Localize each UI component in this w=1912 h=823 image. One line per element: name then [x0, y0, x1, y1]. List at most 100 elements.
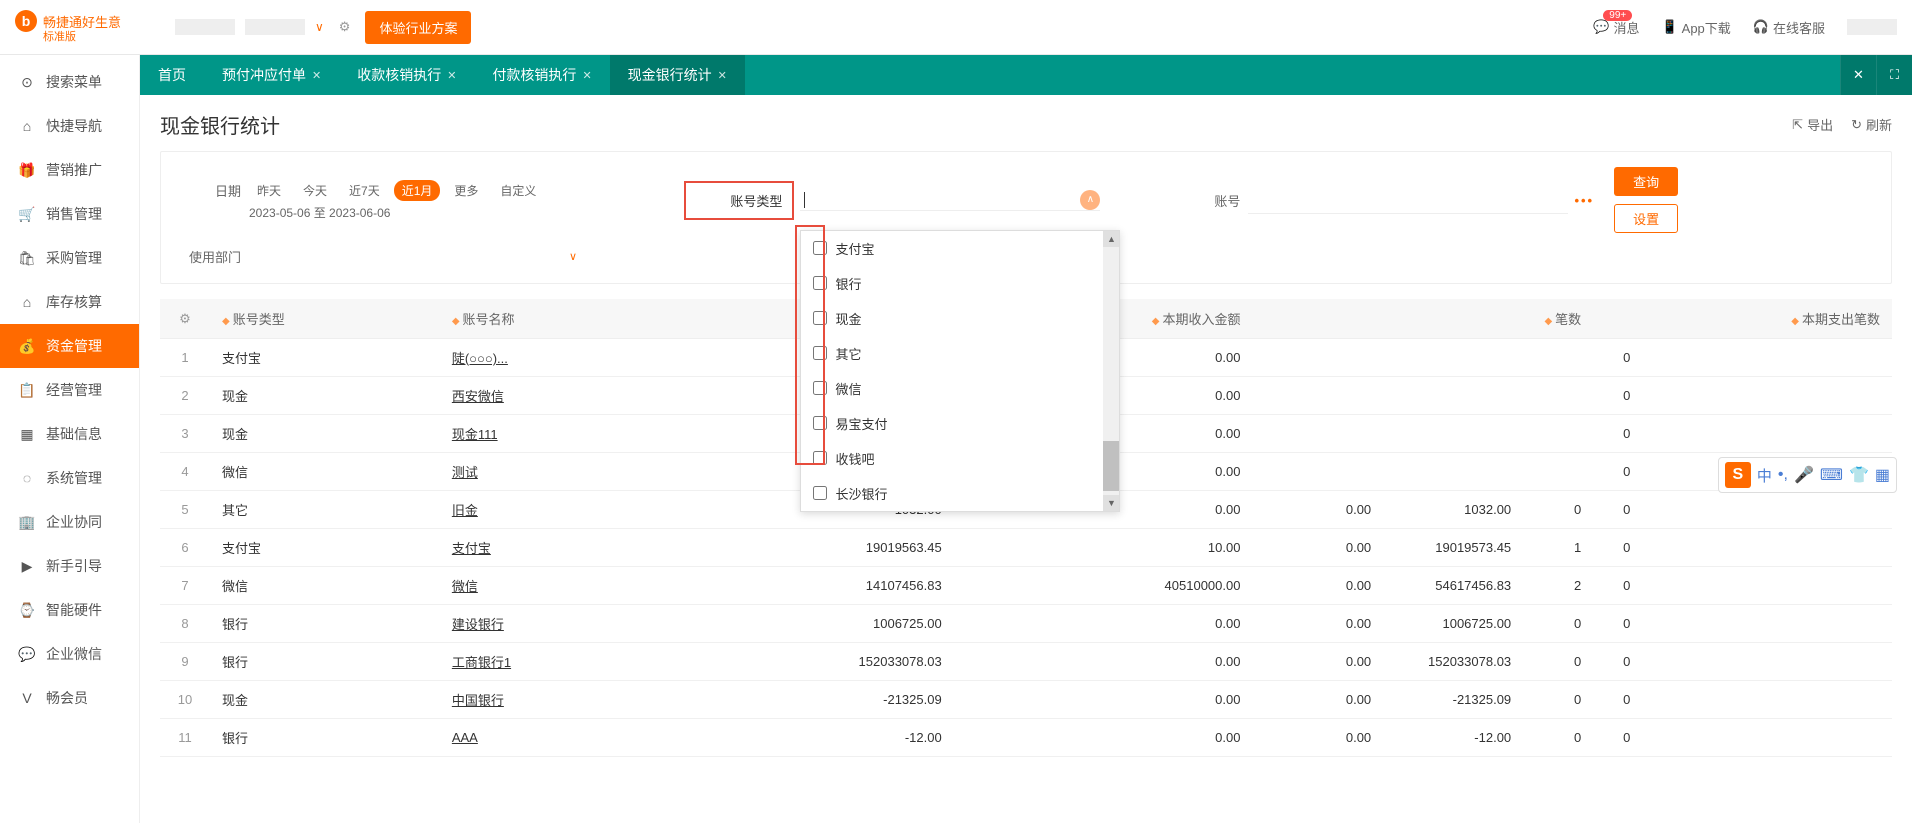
- date-option-5[interactable]: 自定义: [492, 180, 544, 201]
- account-link[interactable]: 陡(○○○)...: [452, 351, 508, 366]
- checkbox[interactable]: [813, 276, 827, 290]
- cursor-icon: [804, 192, 805, 208]
- checkbox[interactable]: [813, 416, 827, 430]
- ime-skin-icon[interactable]: 👕: [1849, 465, 1869, 485]
- experience-button[interactable]: 体验行业方案: [365, 11, 471, 44]
- collapse-up-icon[interactable]: ∧: [1080, 190, 1100, 210]
- ime-mic-icon[interactable]: 🎤: [1794, 465, 1814, 485]
- query-button[interactable]: 查询: [1614, 167, 1678, 196]
- dropdown-option-6[interactable]: 收钱吧: [801, 441, 1119, 476]
- account-link[interactable]: 测试: [452, 465, 478, 480]
- sidebar-item-0[interactable]: ⊙搜索菜单: [0, 60, 139, 104]
- cell-c7: 19019573.45: [1383, 529, 1523, 567]
- account-input[interactable]: [1248, 186, 1568, 214]
- online-service-label: 在线客服: [1773, 18, 1825, 37]
- gear-icon[interactable]: ⚙: [339, 19, 351, 35]
- dept-input[interactable]: [249, 245, 569, 268]
- tab-3[interactable]: 付款核销执行✕: [474, 55, 609, 95]
- sidebar-item-3[interactable]: 🛒销售管理: [0, 192, 139, 236]
- table-header-8[interactable]: ◆本期支出笔数: [1593, 299, 1892, 339]
- sidebar-item-12[interactable]: ⌚智能硬件: [0, 588, 139, 632]
- account-link[interactable]: 支付宝: [452, 541, 491, 556]
- sidebar-item-9[interactable]: ◌系统管理: [0, 456, 139, 500]
- close-icon[interactable]: ✕: [312, 69, 321, 82]
- settings-button[interactable]: 设置: [1614, 204, 1678, 233]
- table-header-2[interactable]: ◆账号名称: [440, 299, 670, 339]
- tab-0[interactable]: 首页: [140, 55, 204, 95]
- chevron-down-icon[interactable]: ∨: [569, 250, 577, 263]
- table-header-1[interactable]: ◆账号类型: [210, 299, 440, 339]
- date-option-1[interactable]: 今天: [295, 180, 335, 201]
- table-header-0[interactable]: ⚙: [160, 299, 210, 339]
- scroll-up-icon[interactable]: ▲: [1103, 231, 1119, 247]
- sidebar-item-13[interactable]: 💬企业微信: [0, 632, 139, 676]
- account-type-filter[interactable]: 账号类型: [684, 181, 794, 220]
- sidebar-icon: ⌂: [18, 117, 36, 135]
- checkbox[interactable]: [813, 381, 827, 395]
- more-icon[interactable]: •••: [1574, 193, 1594, 208]
- close-icon[interactable]: ✕: [718, 69, 727, 82]
- org-selector[interactable]: ∨: [175, 19, 324, 35]
- sidebar-item-1[interactable]: ⌂快捷导航: [0, 104, 139, 148]
- dropdown-option-5[interactable]: 易宝支付: [801, 406, 1119, 441]
- ime-logo-icon[interactable]: S: [1725, 462, 1751, 488]
- account-link[interactable]: 中国银行: [452, 693, 504, 708]
- sidebar-item-14[interactable]: V畅会员: [0, 676, 139, 720]
- account-link[interactable]: 西安微信: [452, 389, 504, 404]
- scrollbar[interactable]: ▲ ▼: [1103, 231, 1119, 511]
- tab-close-all-button[interactable]: ✕: [1840, 55, 1876, 95]
- app-download-link[interactable]: 📱 App下载: [1661, 18, 1730, 37]
- export-button[interactable]: ⇱导出: [1792, 115, 1833, 134]
- user-placeholder[interactable]: [1847, 19, 1897, 35]
- table-header-6[interactable]: [1383, 299, 1523, 339]
- sidebar-item-6[interactable]: 💰资金管理: [0, 324, 139, 368]
- dropdown-option-7[interactable]: 长沙银行: [801, 476, 1119, 511]
- ime-tool-icon[interactable]: ▦: [1875, 465, 1890, 485]
- sidebar-item-5[interactable]: ⌂库存核算: [0, 280, 139, 324]
- sidebar-item-2[interactable]: 🎁营销推广: [0, 148, 139, 192]
- sidebar-icon: 🏢: [18, 513, 36, 531]
- refresh-button[interactable]: ↻刷新: [1851, 115, 1892, 134]
- ime-keyboard-icon[interactable]: ⌨: [1820, 465, 1843, 485]
- close-icon[interactable]: ✕: [582, 69, 591, 82]
- dropdown-option-2[interactable]: 现金: [801, 301, 1119, 336]
- account-link[interactable]: 建设银行: [452, 617, 504, 632]
- sidebar-item-7[interactable]: 📋经营管理: [0, 368, 139, 412]
- table-header-5[interactable]: [1252, 299, 1383, 339]
- cell-out-count: 0: [1593, 719, 1892, 757]
- checkbox[interactable]: [813, 451, 827, 465]
- dropdown-option-0[interactable]: 支付宝: [801, 231, 1119, 266]
- tab-4[interactable]: 现金银行统计✕: [610, 55, 745, 95]
- dropdown-option-1[interactable]: 银行: [801, 266, 1119, 301]
- checkbox[interactable]: [813, 311, 827, 325]
- account-link[interactable]: 微信: [452, 579, 478, 594]
- account-link[interactable]: 旧金: [452, 503, 478, 518]
- account-link[interactable]: 工商银行1: [452, 655, 511, 670]
- account-link[interactable]: 现金111: [452, 427, 498, 442]
- sidebar-item-10[interactable]: 🏢企业协同: [0, 500, 139, 544]
- date-option-0[interactable]: 昨天: [249, 180, 289, 201]
- date-option-4[interactable]: 更多: [446, 180, 486, 201]
- date-option-2[interactable]: 近7天: [341, 180, 388, 201]
- sidebar-item-4[interactable]: 🛍采购管理: [0, 236, 139, 280]
- checkbox[interactable]: [813, 486, 827, 500]
- dropdown-option-4[interactable]: 微信: [801, 371, 1119, 406]
- online-service-link[interactable]: 🎧 在线客服: [1753, 18, 1825, 37]
- date-option-3[interactable]: 近1月: [394, 180, 441, 201]
- scroll-down-icon[interactable]: ▼: [1103, 495, 1119, 511]
- table-header-7[interactable]: ◆笔数: [1523, 299, 1593, 339]
- sidebar-item-11[interactable]: ▶新手引导: [0, 544, 139, 588]
- checkbox[interactable]: [813, 241, 827, 255]
- dropdown-option-3[interactable]: 其它: [801, 336, 1119, 371]
- ime-punct-icon[interactable]: •,: [1778, 466, 1788, 484]
- account-link[interactable]: AAA: [452, 730, 478, 745]
- tab-2[interactable]: 收款核销执行✕: [339, 55, 474, 95]
- tab-expand-button[interactable]: ⛶: [1876, 55, 1912, 95]
- ime-lang[interactable]: 中: [1757, 465, 1772, 486]
- close-icon[interactable]: ✕: [447, 69, 456, 82]
- messages-link[interactable]: 💬 消息 99+: [1593, 18, 1639, 37]
- checkbox[interactable]: [813, 346, 827, 360]
- sidebar-item-8[interactable]: ▦基础信息: [0, 412, 139, 456]
- tab-1[interactable]: 预付冲应付单✕: [204, 55, 339, 95]
- gear-icon[interactable]: ⚙: [179, 311, 191, 326]
